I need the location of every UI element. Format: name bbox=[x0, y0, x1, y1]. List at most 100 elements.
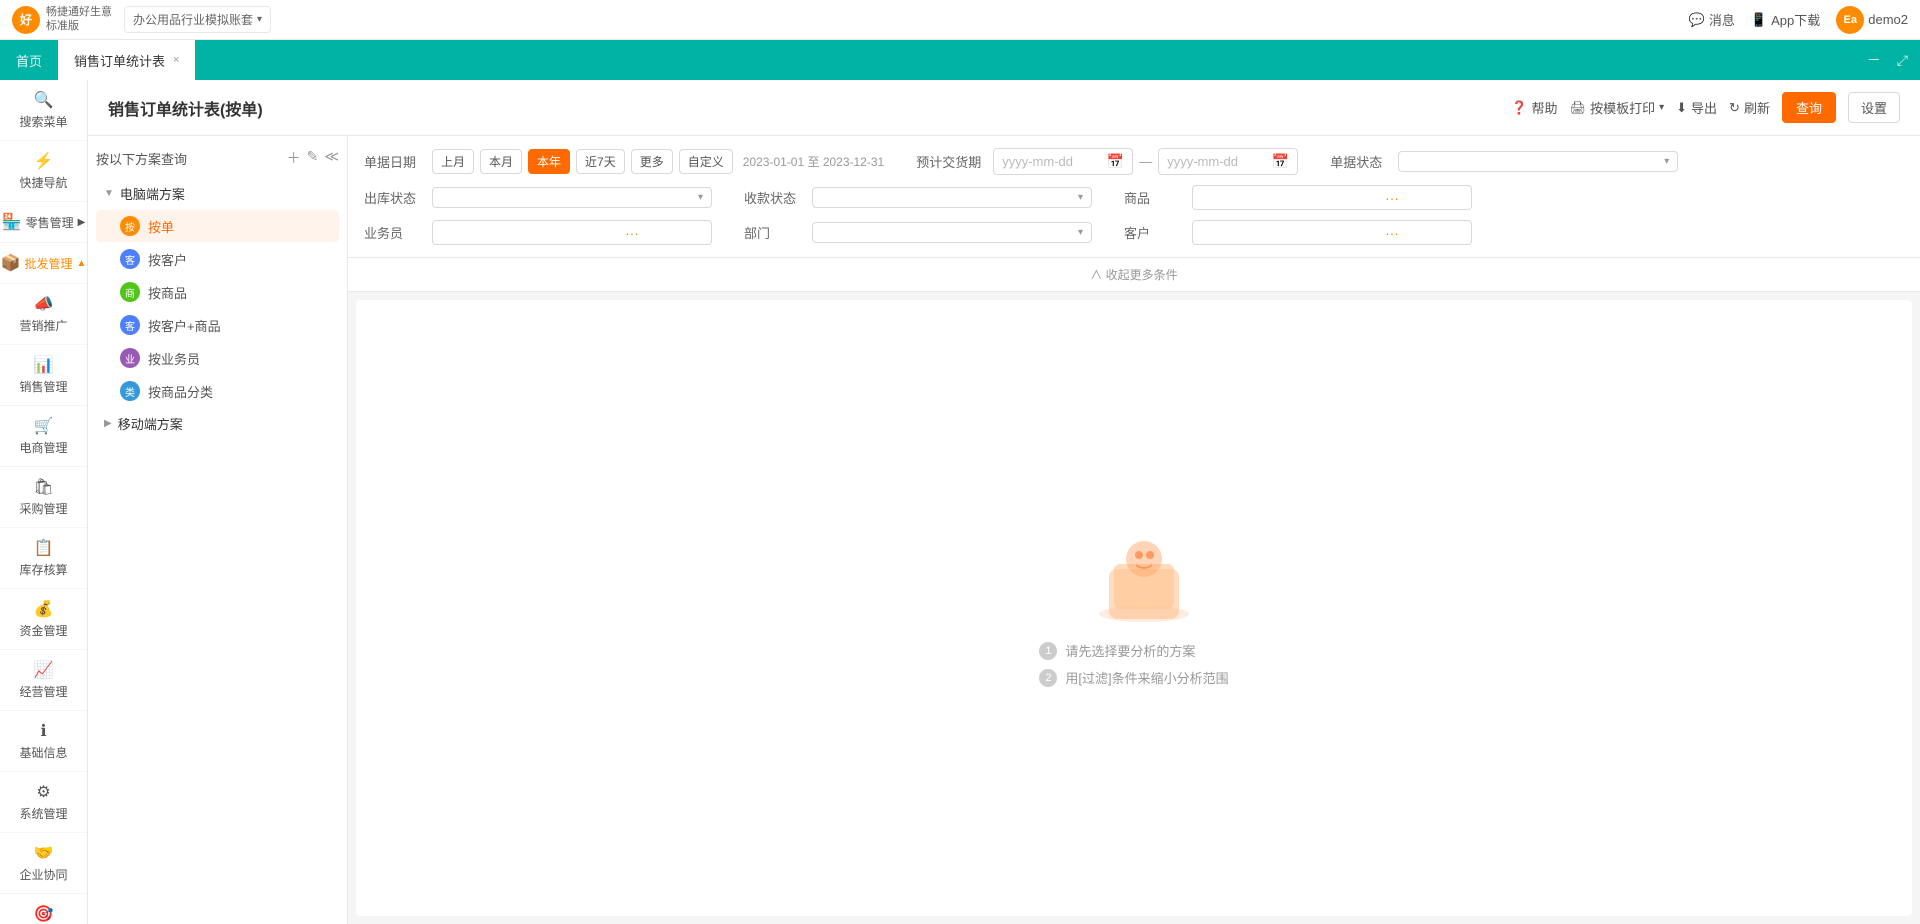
date-btn-this-month[interactable]: 本月 bbox=[480, 149, 522, 174]
scheme-item-by-goods-category[interactable]: 类 按商品分类 bbox=[96, 375, 339, 407]
payment-status-arrow-icon: ▾ bbox=[1078, 192, 1083, 203]
doc-status-label: 单据状态 bbox=[1330, 152, 1386, 171]
export-button[interactable]: ⬇ 导出 bbox=[1676, 98, 1717, 117]
user-menu[interactable]: Ea demo2 bbox=[1836, 6, 1908, 34]
app-download-button[interactable]: 📱 App下载 bbox=[1751, 10, 1820, 29]
empty-hints: 1 请先选择要分析的方案 2 用[过滤]条件来缩小分析范围 bbox=[1039, 641, 1228, 687]
tab-maximize-button[interactable]: ⤢ bbox=[1893, 48, 1912, 73]
expected-date-from[interactable]: yyyy-mm-dd 📅 bbox=[993, 148, 1133, 175]
quicknav-icon: ⚡ bbox=[34, 151, 54, 171]
customer-more-icon[interactable]: ··· bbox=[1385, 225, 1399, 241]
sidebar: 🔍 搜索菜单 ⚡ 快捷导航 🏪 零售管理 ▶ 📦 批发管理 ▲ 📣 营销推广 bbox=[0, 80, 88, 924]
sidebar-item-inventory[interactable]: 📋 库存核算 bbox=[0, 528, 87, 589]
sidebar-item-quicknav[interactable]: ⚡ 快捷导航 bbox=[0, 141, 87, 202]
customer-text-input[interactable] bbox=[1201, 221, 1385, 244]
expected-date-to[interactable]: yyyy-mm-dd 📅 bbox=[1158, 148, 1298, 175]
date-btn-last7days[interactable]: 近7天 bbox=[576, 149, 625, 174]
collaboration-icon: 🤝 bbox=[34, 843, 54, 863]
customer-input[interactable]: ··· bbox=[1192, 220, 1472, 245]
tab-minimize-button[interactable]: － bbox=[1863, 46, 1885, 74]
add-scheme-button[interactable]: ＋ bbox=[287, 148, 301, 168]
left-panel-header-actions: ＋ ✎ ≪ bbox=[287, 148, 339, 168]
tab-close-button[interactable]: × bbox=[173, 54, 179, 66]
sidebar-item-collaboration[interactable]: 🤝 企业协同 bbox=[0, 833, 87, 894]
sidebar-item-operations[interactable]: 📈 经营管理 bbox=[0, 650, 87, 711]
help-icon: ❓ bbox=[1511, 100, 1527, 116]
goods-more-icon[interactable]: ··· bbox=[1385, 190, 1399, 206]
help-button[interactable]: ❓ 帮助 bbox=[1511, 98, 1557, 117]
settings-button[interactable]: 设置 bbox=[1848, 92, 1900, 123]
page-header-actions: ❓ 帮助 🖨 按模板打印 ▾ ⬇ 导出 ↻ 刷新 查询 设置 bbox=[1511, 92, 1900, 135]
scheme-icon-customer-goods: 客 bbox=[120, 315, 140, 335]
collapse-conditions-button[interactable]: ∧ 收起更多条件 bbox=[348, 258, 1920, 292]
date-group: 上月 本月 本年 近7天 更多 自定义 2023-01-01 至 2023-12… bbox=[432, 149, 884, 174]
empty-illustration bbox=[1084, 529, 1184, 629]
date-btn-this-year[interactable]: 本年 bbox=[528, 149, 570, 174]
date-btn-more[interactable]: 更多 bbox=[631, 149, 673, 174]
app-download-icon: 📱 bbox=[1751, 12, 1767, 28]
scheme-item-by-salesperson[interactable]: 业 按业务员 bbox=[96, 342, 339, 374]
mobile-scheme-group: ▶ 移动端方案 bbox=[96, 408, 339, 439]
print-arrow-icon: ▾ bbox=[1659, 102, 1664, 113]
tab-home[interactable]: 首页 bbox=[0, 40, 58, 80]
basics-icon: ℹ bbox=[40, 721, 46, 741]
print-button[interactable]: 🖨 按模板打印 ▾ bbox=[1570, 98, 1665, 117]
page-header: 销售订单统计表(按单) ❓ 帮助 🖨 按模板打印 ▾ ⬇ 导出 ↻ 刷新 bbox=[88, 80, 1920, 136]
sidebar-item-search[interactable]: 🔍 搜索菜单 bbox=[0, 80, 87, 141]
scheme-icon-order: 按 bbox=[120, 216, 140, 236]
scheme-icon-goods-category: 类 bbox=[120, 381, 140, 401]
date-label: 单据日期 bbox=[364, 152, 420, 171]
sidebar-item-marketing[interactable]: 📣 营销推广 bbox=[0, 284, 87, 345]
inventory-icon: 📋 bbox=[34, 538, 54, 558]
scheme-item-by-customer-goods[interactable]: 客 按客户+商品 bbox=[96, 309, 339, 341]
sales-icon: 📊 bbox=[34, 355, 54, 375]
top-header: 好 畅捷通好生意 标准版 办公用品行业模拟账套 ▾ 💬 消息 📱 App下载 E… bbox=[0, 0, 1920, 40]
salesperson-input[interactable]: ··· bbox=[432, 220, 712, 245]
chevron-down-icon: ▲ bbox=[77, 258, 87, 269]
print-icon: 🖨 bbox=[1570, 100, 1587, 116]
sidebar-item-finance[interactable]: 💰 资金管理 bbox=[0, 589, 87, 650]
hint-number-2: 2 bbox=[1039, 669, 1057, 687]
desktop-scheme-group: ▼ 电脑端方案 按 按单 客 按客户 商 bbox=[96, 178, 339, 407]
date-range-text: 2023-01-01 至 2023-12-31 bbox=[743, 153, 884, 170]
scheme-item-by-order[interactable]: 按 按单 bbox=[96, 210, 339, 242]
department-select[interactable]: ▾ bbox=[812, 222, 1092, 243]
collapse-panel-button[interactable]: ≪ bbox=[324, 148, 339, 168]
date-btn-last-month[interactable]: 上月 bbox=[432, 149, 474, 174]
tab-sales-order-stats[interactable]: 销售订单统计表 × bbox=[58, 40, 195, 80]
salesperson-more-icon[interactable]: ··· bbox=[625, 225, 639, 241]
sidebar-item-newbie[interactable]: 🎯 新手引导 bbox=[0, 894, 87, 924]
goods-text-input[interactable] bbox=[1201, 186, 1385, 209]
salesperson-label: 业务员 bbox=[364, 223, 420, 242]
desktop-group-title[interactable]: ▼ 电脑端方案 bbox=[96, 178, 339, 209]
doc-status-select[interactable]: ▾ bbox=[1398, 151, 1678, 172]
query-button[interactable]: 查询 bbox=[1782, 92, 1836, 123]
goods-label: 商品 bbox=[1124, 188, 1180, 207]
sidebar-item-ecommerce[interactable]: 🛒 电商管理 bbox=[0, 406, 87, 467]
avatar: Ea bbox=[1836, 6, 1864, 34]
scheme-item-by-goods[interactable]: 商 按商品 bbox=[96, 276, 339, 308]
sidebar-item-purchase[interactable]: 🛍 采购管理 bbox=[0, 467, 87, 528]
scheme-item-by-customer[interactable]: 客 按客户 bbox=[96, 243, 339, 275]
edit-scheme-button[interactable]: ✎ bbox=[307, 148, 319, 168]
date-btn-custom[interactable]: 自定义 bbox=[679, 149, 733, 174]
sidebar-item-wholesale[interactable]: 📦 批发管理 ▲ bbox=[0, 243, 87, 284]
scheme-icon-customer: 客 bbox=[120, 249, 140, 269]
message-button[interactable]: 💬 消息 bbox=[1689, 10, 1735, 29]
sidebar-item-retail[interactable]: 🏪 零售管理 ▶ bbox=[0, 202, 87, 243]
ship-status-select[interactable]: ▾ bbox=[432, 187, 712, 208]
empty-svg bbox=[1084, 529, 1204, 629]
mobile-group-title[interactable]: ▶ 移动端方案 bbox=[96, 408, 339, 439]
sidebar-item-system[interactable]: ⚙ 系统管理 bbox=[0, 772, 87, 833]
sidebar-item-sales[interactable]: 📊 销售管理 bbox=[0, 345, 87, 406]
refresh-button[interactable]: ↻ 刷新 bbox=[1729, 98, 1770, 117]
industry-selector[interactable]: 办公用品行业模拟账套 ▾ bbox=[124, 6, 271, 33]
filter-area: 单据日期 上月 本月 本年 近7天 更多 自定义 2023-01-01 至 20… bbox=[348, 136, 1920, 258]
right-panel: 单据日期 上月 本月 本年 近7天 更多 自定义 2023-01-01 至 20… bbox=[348, 136, 1920, 924]
payment-status-select[interactable]: ▾ bbox=[812, 187, 1092, 208]
department-arrow-icon: ▾ bbox=[1078, 227, 1083, 238]
sidebar-item-basics[interactable]: ℹ 基础信息 bbox=[0, 711, 87, 772]
goods-input[interactable]: ··· bbox=[1192, 185, 1472, 210]
salesperson-text-input[interactable] bbox=[441, 221, 625, 244]
left-panel-header: 按以下方案查询 ＋ ✎ ≪ bbox=[96, 148, 339, 168]
